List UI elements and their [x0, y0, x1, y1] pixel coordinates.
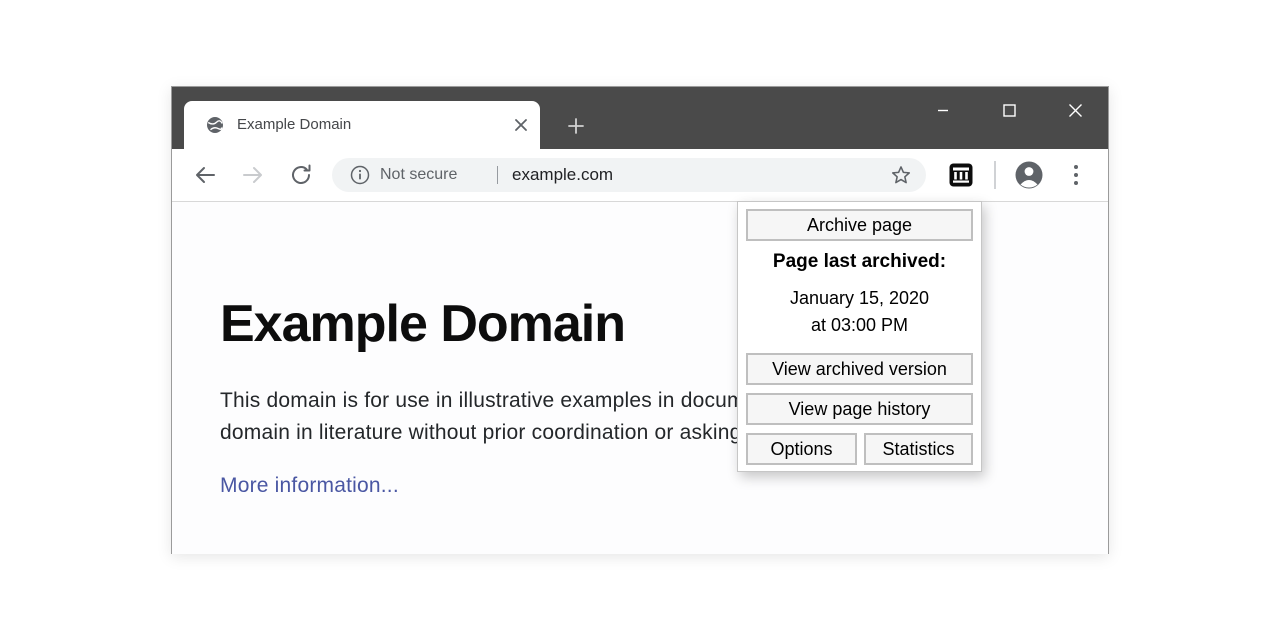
more-information-link[interactable]: More information... — [220, 474, 399, 498]
tab-close-icon[interactable] — [514, 118, 528, 132]
close-icon — [1068, 103, 1083, 118]
profile-avatar-icon[interactable] — [1015, 161, 1043, 189]
archived-time: at 03:00 PM — [738, 315, 981, 336]
view-archived-version-button[interactable]: View archived version — [746, 353, 973, 385]
globe-favicon-icon — [206, 116, 224, 134]
back-arrow-icon[interactable] — [193, 163, 217, 187]
new-tab-icon[interactable] — [566, 116, 586, 136]
desktop-background: Example Domain — [0, 0, 1280, 640]
close-window-button[interactable] — [1042, 87, 1108, 133]
maximize-button[interactable] — [976, 87, 1042, 133]
minimize-icon — [937, 104, 949, 116]
last-archived-label: Page last archived: — [738, 251, 981, 273]
reload-icon[interactable] — [289, 163, 313, 187]
security-status-label: Not secure — [380, 158, 457, 192]
tab-example-domain[interactable]: Example Domain — [184, 101, 540, 149]
address-bar[interactable]: Not secure example.com — [332, 158, 926, 192]
omnibox-divider — [497, 166, 498, 184]
window-controls — [910, 87, 1108, 135]
bookmark-star-icon[interactable] — [890, 164, 912, 186]
statistics-button[interactable]: Statistics — [864, 433, 973, 465]
view-page-history-button[interactable]: View page history — [746, 393, 973, 425]
browser-window: Example Domain — [171, 86, 1109, 554]
toolbar-divider — [994, 161, 996, 189]
archived-date: January 15, 2020 — [738, 288, 981, 309]
extension-popup: Archive page Page last archived: January… — [737, 201, 982, 472]
minimize-button[interactable] — [910, 87, 976, 133]
info-icon[interactable] — [350, 165, 370, 185]
tab-strip: Example Domain — [172, 87, 1108, 149]
three-dot-menu-icon[interactable] — [1068, 163, 1084, 187]
wayback-machine-extension-icon[interactable] — [949, 163, 973, 187]
navigation-toolbar: Not secure example.com — [172, 149, 1108, 201]
archive-page-button[interactable]: Archive page — [746, 209, 973, 241]
forward-arrow-icon[interactable] — [241, 163, 265, 187]
page-title: Example Domain — [220, 294, 625, 354]
tab-title: Example Domain — [237, 101, 351, 149]
url-text: example.com — [512, 158, 613, 192]
maximize-icon — [1003, 104, 1016, 117]
options-button[interactable]: Options — [746, 433, 857, 465]
